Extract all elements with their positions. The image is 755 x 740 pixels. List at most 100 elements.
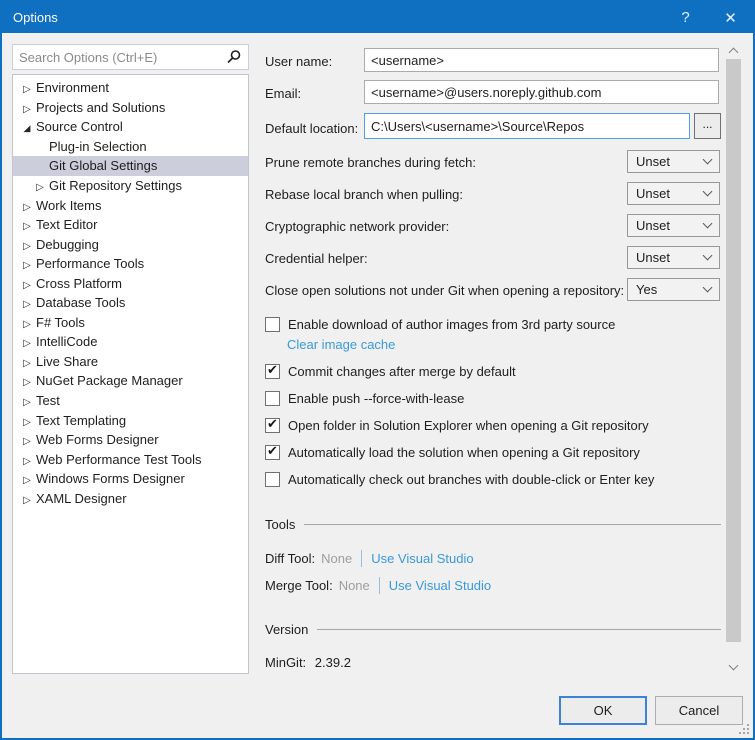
checkbox-icon[interactable] (265, 362, 280, 379)
checkbox-icon[interactable] (265, 472, 280, 487)
chevron-down-icon (702, 250, 713, 261)
prune-dropdown[interactable]: Unset (627, 150, 720, 173)
version-section-header: Version (265, 622, 721, 637)
expander-icon[interactable] (18, 393, 36, 408)
expander-icon[interactable] (18, 295, 36, 310)
sidebar-item-performance-tools[interactable]: Performance Tools (13, 254, 248, 274)
auto-load-solution-checkbox[interactable]: Automatically load the solution when ope… (265, 443, 640, 460)
checkbox-icon[interactable] (265, 443, 280, 460)
credential-helper-label: Credential helper: (265, 251, 368, 266)
expander-icon[interactable] (18, 237, 36, 252)
expander-icon[interactable] (18, 315, 36, 330)
search-icon (227, 50, 241, 64)
checkbox-icon[interactable] (265, 416, 280, 433)
expander-icon[interactable] (18, 276, 36, 291)
crypto-provider-dropdown[interactable]: Unset (627, 214, 720, 237)
browse-button[interactable]: ... (694, 113, 721, 139)
email-field[interactable] (364, 80, 719, 104)
expander-icon[interactable] (18, 452, 36, 467)
close-solutions-label: Close open solutions not under Git when … (265, 283, 625, 298)
sidebar-item-debugging[interactable]: Debugging (13, 234, 248, 254)
tools-section-header: Tools (265, 517, 721, 532)
vertical-scrollbar[interactable] (725, 45, 742, 673)
titlebar-buttons: ? ✕ (663, 2, 753, 33)
merge-use-visual-studio-link[interactable]: Use Visual Studio (389, 578, 491, 593)
commit-after-merge-checkbox[interactable]: Commit changes after merge by default (265, 362, 516, 379)
resize-grip[interactable] (739, 724, 749, 734)
merge-tool-value: None (338, 578, 370, 593)
sidebar-item-web-performance-test-tools[interactable]: Web Performance Test Tools (13, 449, 248, 469)
prune-label: Prune remote branches during fetch: (265, 155, 477, 170)
email-label: Email: (265, 86, 302, 101)
expander-icon[interactable] (31, 178, 49, 193)
search-input[interactable] (19, 49, 226, 65)
sidebar-item-text-templating[interactable]: Text Templating (13, 410, 248, 430)
expander-icon[interactable] (18, 373, 36, 388)
git-global-settings-panel: User name: Email: Default location: ... … (257, 34, 747, 674)
cancel-button[interactable]: Cancel (655, 696, 743, 725)
window-title: Options (13, 10, 58, 25)
sidebar-item-web-forms-designer[interactable]: Web Forms Designer (13, 430, 248, 450)
close-solutions-dropdown[interactable]: Yes (627, 278, 720, 301)
sidebar-item-nuget-package-manager[interactable]: NuGet Package Manager (13, 371, 248, 391)
chevron-down-icon (702, 282, 713, 293)
search-box[interactable] (12, 44, 249, 70)
sidebar-item-source-control[interactable]: Source Control (13, 117, 248, 137)
chevron-down-icon (702, 186, 713, 197)
divider (361, 550, 363, 567)
force-with-lease-checkbox[interactable]: Enable push --force-with-lease (265, 391, 464, 406)
scrollbar-thumb[interactable] (726, 59, 741, 642)
sidebar-item-intellicode[interactable]: IntelliCode (13, 332, 248, 352)
sidebar-item-fsharp-tools[interactable]: F# Tools (13, 313, 248, 333)
sidebar-item-xaml-designer[interactable]: XAML Designer (13, 488, 248, 508)
scroll-down-icon[interactable] (728, 660, 739, 671)
help-icon[interactable]: ? (663, 2, 708, 33)
expander-icon[interactable] (18, 334, 36, 349)
chevron-down-icon (702, 218, 713, 229)
author-images-checkbox[interactable]: Enable download of author images from 3r… (265, 317, 615, 332)
sidebar-item-git-repository-settings[interactable]: Git Repository Settings (13, 176, 248, 196)
expander-icon[interactable] (18, 119, 36, 134)
rebase-label: Rebase local branch when pulling: (265, 187, 464, 202)
credential-helper-dropdown[interactable]: Unset (627, 246, 720, 269)
checkbox-icon[interactable] (265, 391, 280, 406)
open-folder-checkbox[interactable]: Open folder in Solution Explorer when op… (265, 416, 649, 433)
expander-icon[interactable] (18, 471, 36, 486)
clear-image-cache-link[interactable]: Clear image cache (287, 337, 395, 352)
auto-checkout-checkbox[interactable]: Automatically check out branches with do… (265, 472, 654, 487)
username-label: User name: (265, 54, 333, 69)
sidebar-item-cross-platform[interactable]: Cross Platform (13, 273, 248, 293)
mingit-label: MinGit: (265, 655, 307, 670)
sidebar-item-work-items[interactable]: Work Items (13, 195, 248, 215)
close-icon[interactable]: ✕ (708, 2, 753, 33)
expander-icon[interactable] (18, 217, 36, 232)
expander-icon[interactable] (18, 80, 36, 95)
scroll-up-icon[interactable] (728, 47, 739, 58)
default-location-field[interactable] (364, 113, 690, 139)
expander-icon[interactable] (18, 198, 36, 213)
default-location-label: Default location: (265, 121, 359, 136)
expander-icon[interactable] (18, 354, 36, 369)
sidebar-item-test[interactable]: Test (13, 391, 248, 411)
sidebar-item-git-global-settings[interactable]: Git Global Settings (13, 156, 248, 176)
expander-icon[interactable] (18, 432, 36, 447)
checkbox-icon[interactable] (265, 317, 280, 332)
expander-icon[interactable] (18, 413, 36, 428)
rebase-dropdown[interactable]: Unset (627, 182, 720, 205)
sidebar-item-plug-in-selection[interactable]: Plug-in Selection (13, 137, 248, 157)
divider (317, 629, 721, 630)
chevron-down-icon (702, 154, 713, 165)
sidebar-item-live-share[interactable]: Live Share (13, 352, 248, 372)
divider (304, 524, 721, 525)
ok-button[interactable]: OK (559, 696, 647, 725)
sidebar-item-projects-and-solutions[interactable]: Projects and Solutions (13, 98, 248, 118)
expander-icon[interactable] (18, 491, 36, 506)
sidebar-item-windows-forms-designer[interactable]: Windows Forms Designer (13, 469, 248, 489)
sidebar-item-environment[interactable]: Environment (13, 78, 248, 98)
sidebar-item-database-tools[interactable]: Database Tools (13, 293, 248, 313)
diff-use-visual-studio-link[interactable]: Use Visual Studio (371, 551, 473, 566)
username-field[interactable] (364, 48, 719, 72)
expander-icon[interactable] (18, 256, 36, 271)
sidebar-item-text-editor[interactable]: Text Editor (13, 215, 248, 235)
expander-icon[interactable] (18, 100, 36, 115)
